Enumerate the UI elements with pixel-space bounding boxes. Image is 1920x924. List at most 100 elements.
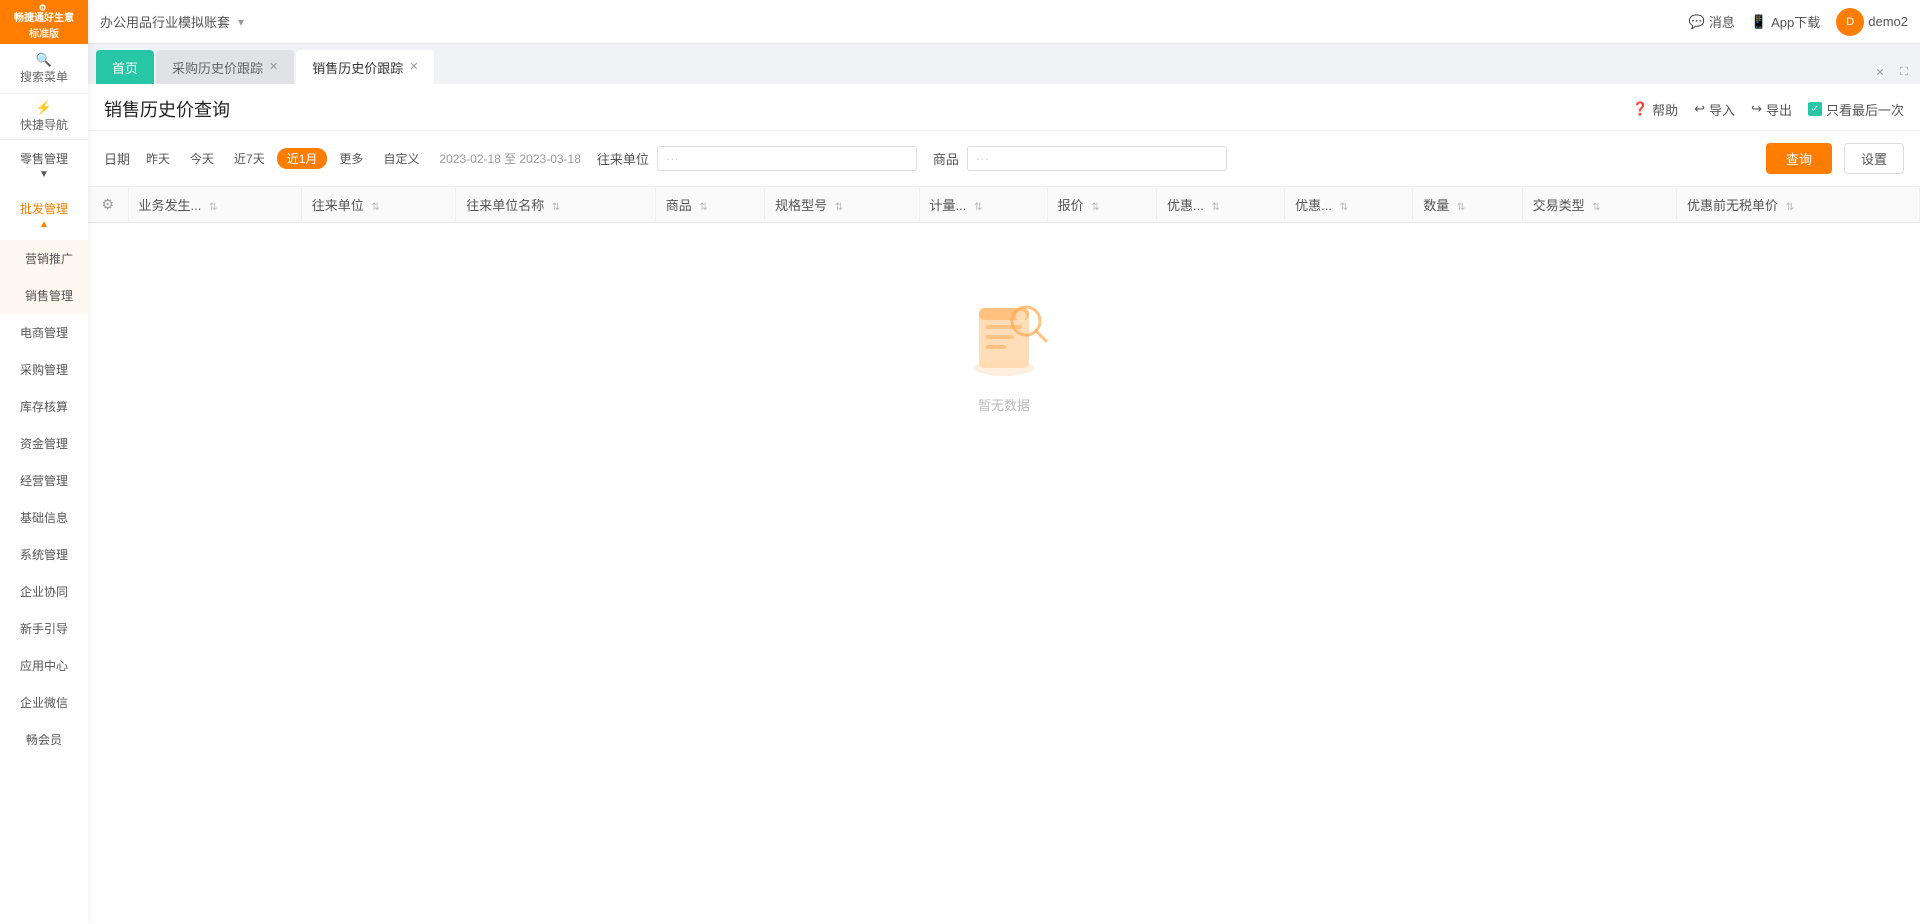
message-button[interactable]: 💬 消息 bbox=[1689, 12, 1735, 31]
sidebar-item-newbie[interactable]: 新手引导 bbox=[0, 610, 88, 647]
system-label: 系统管理 bbox=[20, 546, 68, 563]
th-counterparty-code[interactable]: 往来单位 ⇅ bbox=[301, 187, 455, 223]
sort-icon-pretax-price: ⇅ bbox=[1786, 202, 1794, 213]
date-range-display: 2023-02-18 至 2023-03-18 bbox=[439, 150, 580, 167]
th-business-date-label: 业务发生... bbox=[139, 198, 202, 213]
sidebar-item-basic[interactable]: 基础信息 bbox=[0, 499, 88, 536]
sidebar-item-wholesale[interactable]: 批发管理 ▲ bbox=[0, 190, 88, 240]
help-button[interactable]: ❓ 帮助 bbox=[1632, 100, 1678, 119]
date-option-yesterday[interactable]: 昨天 bbox=[138, 148, 178, 169]
th-quoted-price-label: 报价 bbox=[1058, 198, 1084, 213]
product-input[interactable]: ··· bbox=[967, 146, 1227, 171]
only-last-checkbox[interactable]: ✓ bbox=[1808, 102, 1822, 116]
th-unit[interactable]: 计量... ⇅ bbox=[919, 187, 1047, 223]
th-discount1-label: 优惠... bbox=[1167, 198, 1204, 213]
th-quantity[interactable]: 数量 ⇅ bbox=[1413, 187, 1522, 223]
shortcut-label: 快捷导航 bbox=[0, 116, 88, 133]
date-option-more[interactable]: 更多 bbox=[331, 148, 371, 169]
sidebar: 好 畅捷通好生意 标准版 🔍 搜索菜单 ⚡ 快捷导航 零售管理 ▼ 批发管理 ▲… bbox=[0, 0, 88, 924]
message-label: 消息 bbox=[1709, 12, 1735, 31]
message-icon: 💬 bbox=[1689, 14, 1705, 30]
sort-icon-quoted-price: ⇅ bbox=[1091, 202, 1099, 213]
sidebar-item-enterprise[interactable]: 企业协同 bbox=[0, 573, 88, 610]
sidebar-item-system[interactable]: 系统管理 bbox=[0, 536, 88, 573]
th-pretax-price-label: 优惠前无税单价 bbox=[1687, 198, 1778, 213]
th-quoted-price[interactable]: 报价 ⇅ bbox=[1047, 187, 1156, 223]
sort-icon-discount1: ⇅ bbox=[1211, 202, 1219, 213]
th-pretax-price[interactable]: 优惠前无税单价 ⇅ bbox=[1677, 187, 1920, 223]
operations-label: 经营管理 bbox=[20, 472, 68, 489]
sidebar-item-finance[interactable]: 资金管理 bbox=[0, 425, 88, 462]
sidebar-item-inventory[interactable]: 库存核算 bbox=[0, 388, 88, 425]
counterparty-placeholder: ··· bbox=[666, 151, 679, 166]
sidebar-search[interactable]: 🔍 搜索菜单 bbox=[0, 44, 88, 94]
tab-home-label: 首页 bbox=[112, 58, 138, 77]
tab-purchase-history[interactable]: 采购历史价跟踪 ✕ bbox=[156, 50, 294, 84]
empty-text: 暂无数据 bbox=[978, 395, 1030, 414]
th-discount2[interactable]: 优惠... ⇅ bbox=[1285, 187, 1413, 223]
date-option-custom[interactable]: 自定义 bbox=[375, 148, 427, 169]
import-button[interactable]: ↩ 导入 bbox=[1694, 100, 1735, 119]
page-title: 销售历史价查询 bbox=[104, 96, 230, 122]
th-discount1[interactable]: 优惠... ⇅ bbox=[1157, 187, 1285, 223]
retail-chevron: ▼ bbox=[39, 169, 49, 180]
sidebar-item-appstore[interactable]: 应用中心 bbox=[0, 647, 88, 684]
sort-icon-quantity: ⇅ bbox=[1457, 202, 1465, 213]
export-icon: ↪ bbox=[1751, 101, 1762, 117]
wechat-label: 企业微信 bbox=[20, 694, 68, 711]
sidebar-item-purchase[interactable]: 采购管理 bbox=[0, 351, 88, 388]
th-counterparty-code-label: 往来单位 bbox=[312, 198, 364, 213]
sidebar-shortcut[interactable]: ⚡ 快捷导航 bbox=[0, 94, 88, 140]
date-option-today[interactable]: 今天 bbox=[182, 148, 222, 169]
tab-sales-close[interactable]: ✕ bbox=[409, 62, 418, 73]
sidebar-item-ecommerce[interactable]: 电商管理 bbox=[0, 314, 88, 351]
only-last-checkbox-area[interactable]: ✓ 只看最后一次 bbox=[1808, 100, 1904, 119]
sidebar-item-operations[interactable]: 经营管理 bbox=[0, 462, 88, 499]
th-quantity-label: 数量 bbox=[1423, 198, 1449, 213]
query-button[interactable]: 查询 bbox=[1766, 143, 1832, 174]
window-maximize-button[interactable]: ⛶ bbox=[1896, 64, 1912, 80]
date-option-1month[interactable]: 近1月 bbox=[277, 148, 328, 169]
counterparty-input[interactable]: ··· bbox=[657, 146, 917, 171]
user-avatar-area[interactable]: D demo2 bbox=[1836, 8, 1908, 36]
topbar-title: 办公用品行业模拟账套 bbox=[100, 12, 230, 31]
app-download-button[interactable]: 📱 App下载 bbox=[1751, 12, 1820, 31]
tab-purchase-close[interactable]: ✕ bbox=[269, 62, 278, 73]
page-header-actions: ❓ 帮助 ↩ 导入 ↪ 导出 ✓ 只看最后一次 bbox=[1632, 100, 1904, 119]
sidebar-item-member[interactable]: 畅会员 bbox=[0, 721, 88, 758]
th-product[interactable]: 商品 ⇅ bbox=[655, 187, 764, 223]
wholesale-label: 批发管理 bbox=[20, 200, 68, 217]
export-button[interactable]: ↪ 导出 bbox=[1751, 100, 1792, 119]
enterprise-label: 企业协同 bbox=[20, 583, 68, 600]
th-counterparty-name-label: 往来单位名称 bbox=[466, 198, 544, 213]
topbar: 办公用品行业模拟账套 ▾ 💬 消息 📱 App下载 D demo2 bbox=[88, 0, 1920, 44]
product-placeholder: ··· bbox=[976, 151, 989, 166]
filter-area: 日期 昨天 今天 近7天 近1月 更多 自定义 2023-02-18 至 202… bbox=[88, 131, 1920, 187]
sidebar-item-sales[interactable]: 销售管理 bbox=[0, 277, 88, 314]
date-option-7days[interactable]: 近7天 bbox=[226, 148, 273, 169]
sort-icon-product: ⇅ bbox=[699, 202, 707, 213]
inventory-label: 库存核算 bbox=[20, 398, 68, 415]
topbar-dropdown[interactable]: ▾ bbox=[238, 15, 244, 29]
sort-icon-business-date: ⇅ bbox=[209, 202, 217, 213]
sidebar-item-wechat[interactable]: 企业微信 bbox=[0, 684, 88, 721]
th-business-date[interactable]: 业务发生... ⇅ bbox=[128, 187, 301, 223]
sort-icon-spec: ⇅ bbox=[835, 202, 843, 213]
th-counterparty-name[interactable]: 往来单位名称 ⇅ bbox=[456, 187, 656, 223]
th-transaction-type[interactable]: 交易类型 ⇅ bbox=[1522, 187, 1676, 223]
date-options: 昨天 今天 近7天 近1月 更多 自定义 bbox=[138, 148, 427, 169]
th-settings[interactable]: ⚙ bbox=[88, 187, 128, 223]
window-close-button[interactable]: ✕ bbox=[1872, 64, 1888, 80]
th-discount2-label: 优惠... bbox=[1295, 198, 1332, 213]
th-spec[interactable]: 规格型号 ⇅ bbox=[765, 187, 919, 223]
svg-text:好: 好 bbox=[40, 5, 45, 10]
export-label: 导出 bbox=[1766, 100, 1792, 119]
sidebar-item-retail[interactable]: 零售管理 ▼ bbox=[0, 140, 88, 190]
counterparty-filter-group: 往来单位 ··· bbox=[597, 146, 917, 171]
tab-sales-history[interactable]: 销售历史价跟踪 ✕ bbox=[296, 50, 434, 84]
sidebar-item-marketing[interactable]: 营销推广 bbox=[0, 240, 88, 277]
counterparty-label: 往来单位 bbox=[597, 149, 649, 168]
finance-label: 资金管理 bbox=[20, 435, 68, 452]
tab-home[interactable]: 首页 bbox=[96, 50, 154, 84]
settings-button[interactable]: 设置 bbox=[1844, 143, 1904, 174]
